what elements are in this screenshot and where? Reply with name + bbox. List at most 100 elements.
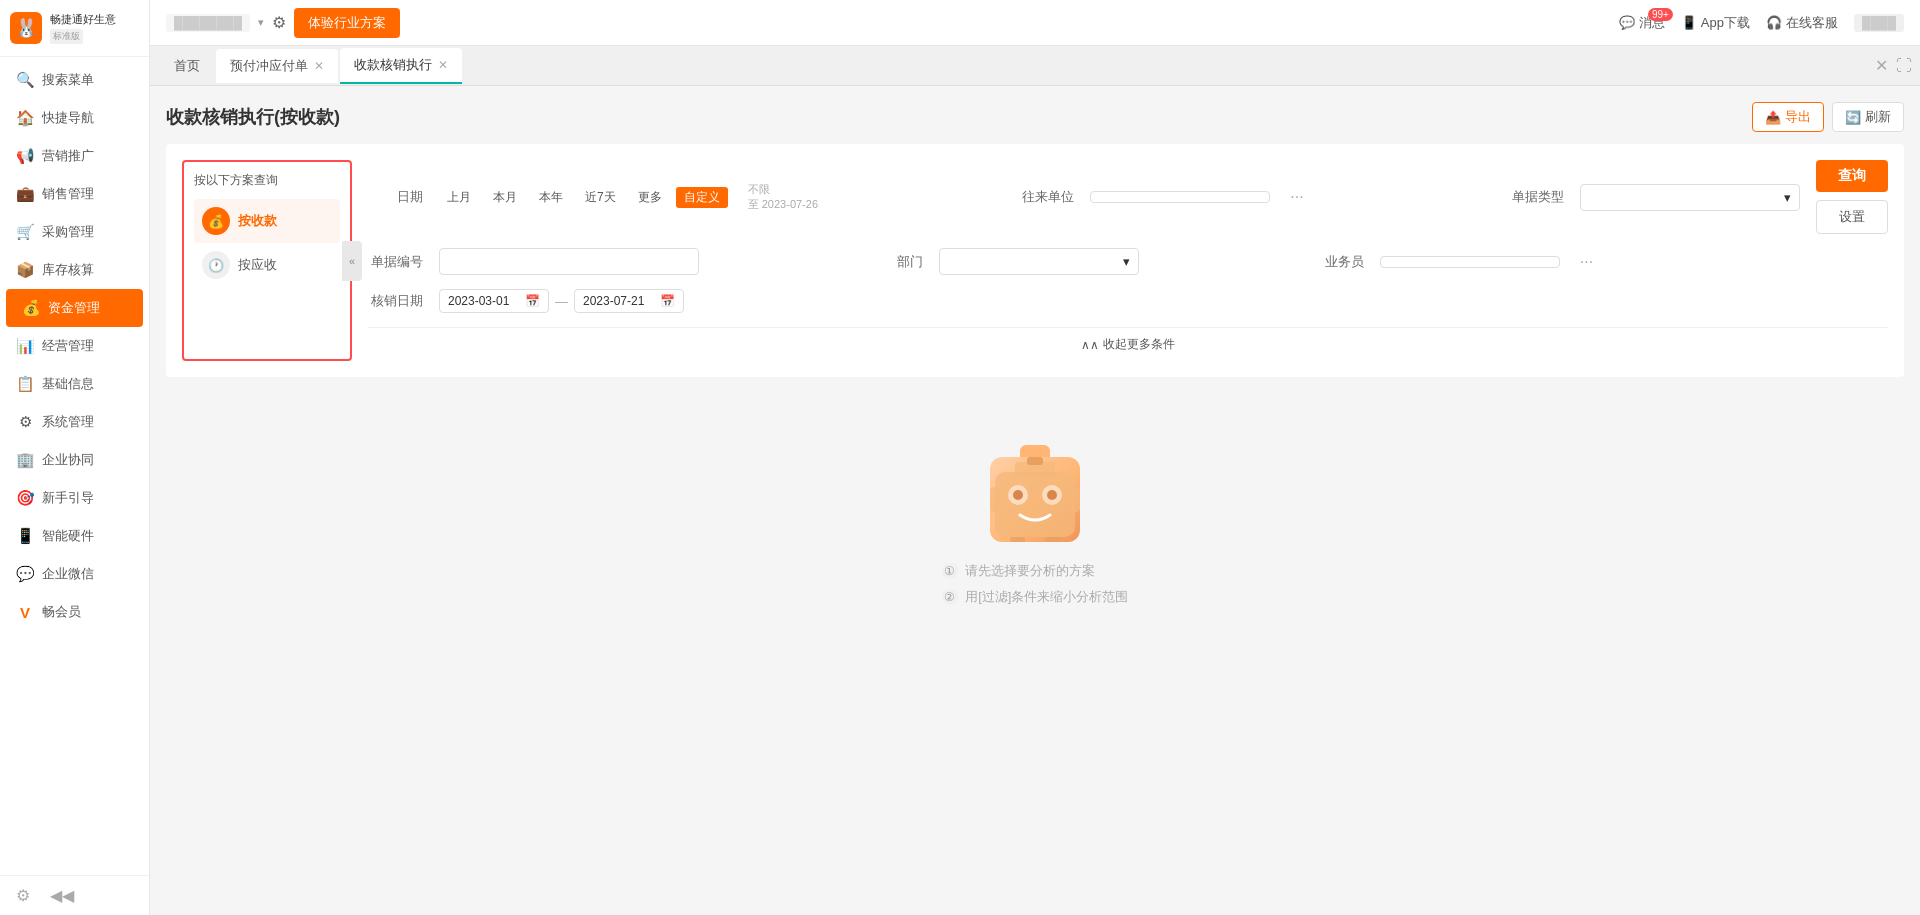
industry-btn[interactable]: 体验行业方案 <box>294 8 400 38</box>
svg-rect-9 <box>1010 537 1025 542</box>
system-icon: ⚙ <box>16 413 34 431</box>
operation-icon: 📊 <box>16 337 34 355</box>
gear-icon[interactable]: ⚙ <box>272 13 286 32</box>
collapse-sidebar-btn[interactable]: « <box>342 241 362 281</box>
user-info[interactable]: ████ <box>1854 14 1904 32</box>
header-left: ████████ ▾ ⚙ 体验行业方案 <box>166 8 1607 38</box>
sales-icon: 💼 <box>16 185 34 203</box>
doc-type-select[interactable]: ▾ <box>1580 184 1800 211</box>
setting-btn[interactable]: 设置 <box>1816 200 1888 234</box>
tab-bar: 首页 预付冲应付单 ✕ 收款核销执行 ✕ ✕ ⛶ <box>150 46 1920 86</box>
sidebar-item-sales[interactable]: 💼 销售管理 <box>0 175 149 213</box>
sidebar-item-system[interactable]: ⚙ 系统管理 <box>0 403 149 441</box>
query-btn[interactable]: 查询 <box>1816 160 1888 192</box>
svg-rect-2 <box>1027 457 1043 465</box>
counterparty-input[interactable] <box>1090 191 1270 203</box>
sidebar-item-search-menu[interactable]: 🔍 搜索菜单 <box>0 61 149 99</box>
calendar-from-icon[interactable]: 📅 <box>525 294 540 308</box>
tab-prepay[interactable]: 预付冲应付单 ✕ <box>216 49 338 83</box>
empty-illustration <box>990 457 1080 542</box>
svg-rect-0 <box>995 472 1075 537</box>
sidebar-item-member[interactable]: V 畅会员 <box>0 593 149 631</box>
header-right: 💬 消息 99+ 📱 App下载 🎧 在线客服 ████ <box>1619 14 1904 32</box>
sidebar-item-wechat[interactable]: 💬 企业微信 <box>0 555 149 593</box>
by-receivable-icon: 🕐 <box>202 251 230 279</box>
counterparty-dots-btn[interactable]: ··· <box>1286 186 1307 208</box>
dropdown-icon[interactable]: ▾ <box>258 16 264 29</box>
svg-rect-8 <box>1072 487 1080 512</box>
sidebar-item-guide[interactable]: 🎯 新手引导 <box>0 479 149 517</box>
dept-label: 部门 <box>868 253 923 271</box>
verify-date-from[interactable]: 2023-03-01 📅 <box>439 289 549 313</box>
collapse-more-btn[interactable]: ∧∧ 收起更多条件 <box>368 327 1888 361</box>
tab-expand-icon[interactable]: ⛶ <box>1896 57 1912 75</box>
custom-btn[interactable]: 自定义 <box>676 187 728 208</box>
sidebar: 🐰 畅捷通好生意 标准版 🔍 搜索菜单 🏠 快捷导航 📢 营销推广 💼 销售管理… <box>0 0 150 915</box>
dept-select[interactable]: ▾ <box>939 248 1139 275</box>
query-option-by-receivable[interactable]: 🕐 按应收 <box>194 243 340 287</box>
export-btn[interactable]: 📤 导出 <box>1752 102 1824 132</box>
wechat-icon: 💬 <box>16 565 34 583</box>
last-7days-btn[interactable]: 近7天 <box>577 187 624 208</box>
brand-text: ████████ <box>166 14 250 32</box>
sidebar-item-quick-nav[interactable]: 🏠 快捷导航 <box>0 99 149 137</box>
refresh-btn[interactable]: 🔄 刷新 <box>1832 102 1904 132</box>
tab-close-all-icon[interactable]: ✕ <box>1875 56 1888 75</box>
tab-prepay-label: 预付冲应付单 <box>230 57 308 75</box>
service-icon: 🎧 <box>1766 15 1782 30</box>
filter-row-1: 日期 上月 本月 本年 近7天 更多 自定义 不限 至 2023-07-26 <box>368 160 1888 234</box>
last-month-btn[interactable]: 上月 <box>439 187 479 208</box>
tab-receipt-verify-close[interactable]: ✕ <box>438 58 448 72</box>
sidebar-item-label: 企业协同 <box>42 451 94 469</box>
app-download-label: App下载 <box>1701 14 1750 32</box>
sidebar-item-label: 库存核算 <box>42 261 94 279</box>
service-label: 在线客服 <box>1786 14 1838 32</box>
sidebar-item-label: 搜索菜单 <box>42 71 94 89</box>
message-btn[interactable]: 💬 消息 99+ <box>1619 14 1665 32</box>
hardware-icon: 📱 <box>16 527 34 545</box>
query-option-by-receipt[interactable]: 💰 按收款 <box>194 199 340 243</box>
doc-no-label: 单据编号 <box>368 253 423 271</box>
this-year-btn[interactable]: 本年 <box>531 187 571 208</box>
filter-panel: 按以下方案查询 💰 按收款 🕐 按应收 « 日期 上月 <box>166 144 1904 377</box>
online-service-btn[interactable]: 🎧 在线客服 <box>1766 14 1838 32</box>
settings-bottom-icon[interactable]: ⚙ <box>16 886 30 905</box>
sidebar-item-inventory[interactable]: 📦 库存核算 <box>0 251 149 289</box>
collapse-sidebar-icon[interactable]: ◀◀ <box>50 886 74 905</box>
no-limit-text: 不限 <box>748 182 818 197</box>
sidebar-item-enterprise[interactable]: 🏢 企业协同 <box>0 441 149 479</box>
date-group: 上月 本月 本年 近7天 更多 自定义 <box>439 187 728 208</box>
verify-date-range: 2023-03-01 📅 — 2023-07-21 📅 <box>439 289 684 313</box>
page-actions: 📤 导出 🔄 刷新 <box>1752 102 1904 132</box>
tab-receipt-verify[interactable]: 收款核销执行 ✕ <box>340 48 462 84</box>
finance-icon: 💰 <box>22 299 40 317</box>
tab-prepay-close[interactable]: ✕ <box>314 59 324 73</box>
staff-dots-btn[interactable]: ··· <box>1576 251 1597 273</box>
export-icon: 📤 <box>1765 110 1781 125</box>
app-name: 畅捷通好生意 <box>50 12 116 26</box>
doc-no-input[interactable] <box>439 248 699 275</box>
by-receivable-label: 按应收 <box>238 256 277 274</box>
sidebar-item-finance[interactable]: 💰 资金管理 <box>6 289 143 327</box>
message-badge: 99+ <box>1648 8 1673 21</box>
page-title: 收款核销执行(按收款) <box>166 105 340 129</box>
empty-state: ① 请先选择要分析的方案 ② 用[过滤]条件来缩小分析范围 <box>166 377 1904 690</box>
query-sidebar: 按以下方案查询 💰 按收款 🕐 按应收 « <box>182 160 352 361</box>
sidebar-item-purchase[interactable]: 🛒 采购管理 <box>0 213 149 251</box>
app-download-btn[interactable]: 📱 App下载 <box>1681 14 1750 32</box>
sidebar-item-label: 智能硬件 <box>42 527 94 545</box>
tab-home[interactable]: 首页 <box>158 49 216 83</box>
quick-nav-icon: 🏠 <box>16 109 34 127</box>
staff-input[interactable] <box>1380 256 1560 268</box>
search-menu-icon: 🔍 <box>16 71 34 89</box>
this-month-btn[interactable]: 本月 <box>485 187 525 208</box>
sidebar-item-hardware[interactable]: 📱 智能硬件 <box>0 517 149 555</box>
basic-info-icon: 📋 <box>16 375 34 393</box>
sidebar-item-operation[interactable]: 📊 经营管理 <box>0 327 149 365</box>
marketing-icon: 📢 <box>16 147 34 165</box>
sidebar-item-marketing[interactable]: 📢 营销推广 <box>0 137 149 175</box>
verify-date-to[interactable]: 2023-07-21 📅 <box>574 289 684 313</box>
sidebar-item-basic-info[interactable]: 📋 基础信息 <box>0 365 149 403</box>
calendar-to-icon[interactable]: 📅 <box>660 294 675 308</box>
more-btn[interactable]: 更多 <box>630 187 670 208</box>
